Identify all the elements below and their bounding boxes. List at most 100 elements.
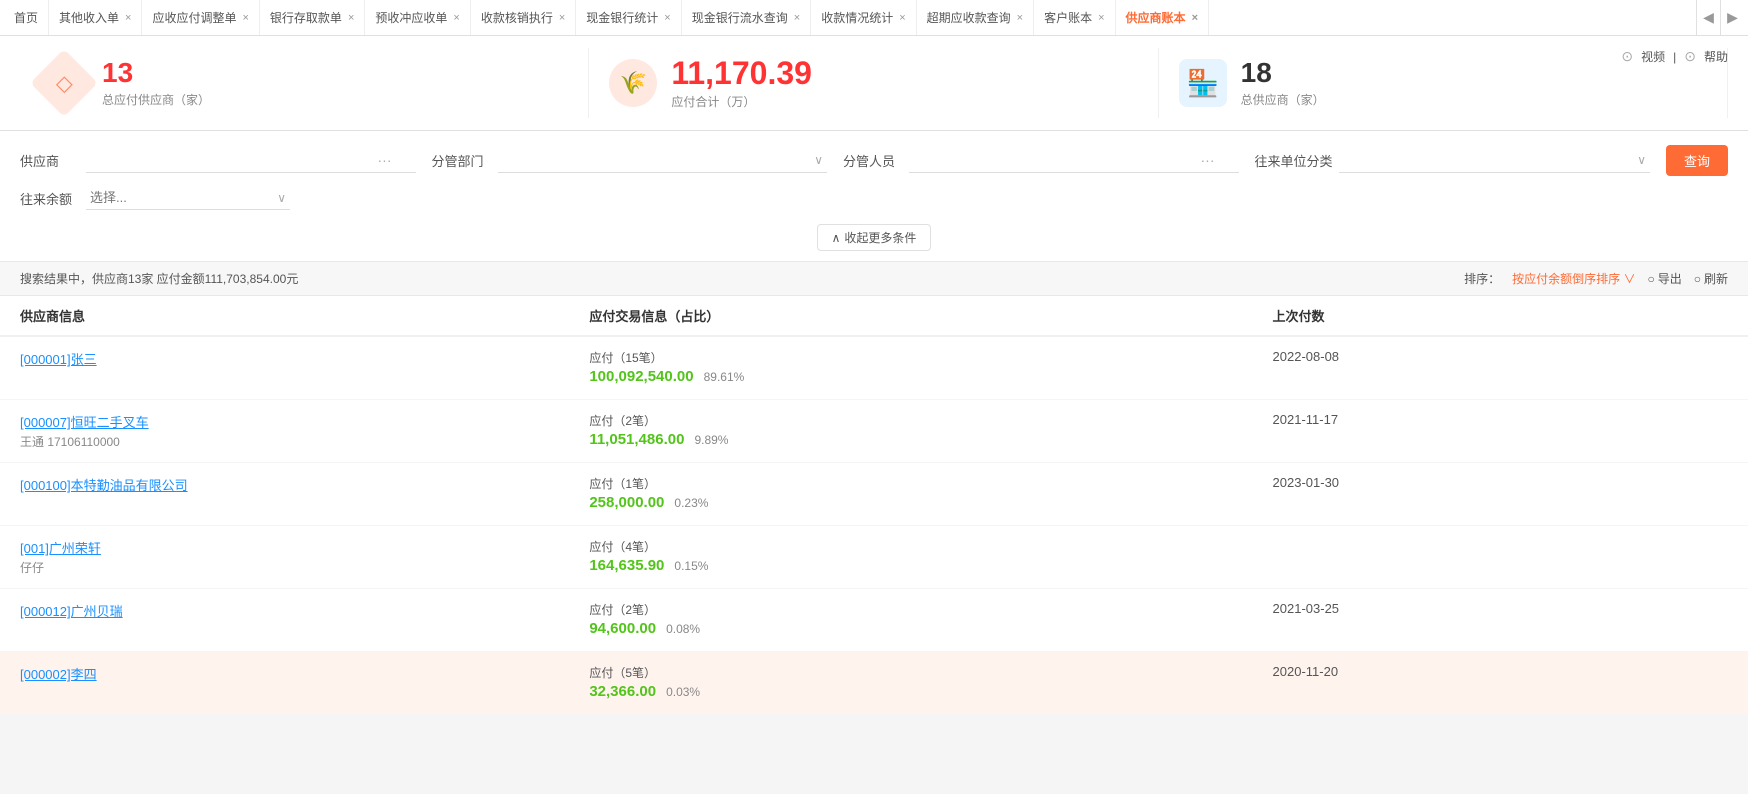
nav-tab[interactable]: 收款情况统计× bbox=[811, 0, 916, 36]
refresh-button[interactable]: ○ 刷新 bbox=[1694, 270, 1728, 287]
nav-tab[interactable]: 现金银行流水查询× bbox=[682, 0, 811, 36]
sort-label: 排序： bbox=[1464, 270, 1500, 287]
category-arrow-icon[interactable]: ∨ bbox=[1637, 153, 1646, 167]
close-tab-icon[interactable]: × bbox=[1098, 12, 1104, 24]
transaction-cell: 应付（1笔） 258,000.00 0.23% bbox=[589, 475, 1272, 513]
dept-input[interactable] bbox=[498, 149, 828, 172]
lastpay-cell: 2023-01-30 bbox=[1273, 475, 1728, 490]
category-input[interactable] bbox=[1339, 149, 1650, 172]
last-pay-date: 2023-01-30 bbox=[1273, 475, 1340, 490]
supplier-input-wrap[interactable]: ··· bbox=[86, 149, 416, 173]
supplier-dots-icon[interactable]: ··· bbox=[378, 152, 392, 168]
nav-tab[interactable]: 供应商账本× bbox=[1116, 0, 1209, 36]
balance-arrow-icon[interactable]: ∨ bbox=[277, 191, 286, 205]
shop-icon: 🏪 bbox=[1179, 59, 1227, 107]
trans-count: 应付（4笔） bbox=[589, 538, 1272, 555]
trans-row: 94,600.00 0.08% bbox=[589, 618, 1272, 639]
trans-row: 100,092,540.00 89.61% bbox=[589, 366, 1272, 387]
filter-supplier: 供应商 ··· bbox=[20, 149, 416, 173]
close-tab-icon[interactable]: × bbox=[1192, 12, 1198, 24]
supplier-link[interactable]: [000002]李四 bbox=[20, 667, 97, 682]
table-rows: [000001]张三 应付（15笔） 100,092,540.00 89.61%… bbox=[0, 337, 1748, 715]
supplier-link[interactable]: [001]广州荣轩 bbox=[20, 541, 101, 556]
trans-row: 258,000.00 0.23% bbox=[589, 492, 1272, 513]
person-input-wrap[interactable]: ··· bbox=[909, 149, 1239, 173]
close-tab-icon[interactable]: × bbox=[242, 12, 248, 24]
close-tab-icon[interactable]: × bbox=[453, 12, 459, 24]
trans-amount[interactable]: 100,092,540.00 bbox=[589, 368, 693, 385]
trans-amount[interactable]: 32,366.00 bbox=[589, 683, 656, 700]
nav-tab[interactable]: 客户账本× bbox=[1034, 0, 1115, 36]
search-button[interactable]: 查询 bbox=[1666, 145, 1728, 176]
supplier-link[interactable]: [000001]张三 bbox=[20, 352, 97, 367]
lastpay-cell: 2022-08-08 bbox=[1273, 349, 1728, 364]
nav-tab[interactable]: 收款核销执行× bbox=[471, 0, 576, 36]
trans-amount[interactable]: 258,000.00 bbox=[589, 494, 664, 511]
video-link[interactable]: 视频 bbox=[1641, 48, 1665, 65]
trans-pct: 9.89% bbox=[694, 433, 728, 447]
close-tab-icon[interactable]: × bbox=[125, 12, 131, 24]
dept-input-wrap[interactable]: ∨ bbox=[498, 149, 828, 173]
supplier-link[interactable]: [000012]广州贝瑞 bbox=[20, 604, 123, 619]
close-tab-icon[interactable]: × bbox=[899, 12, 905, 24]
transaction-cell: 应付（15笔） 100,092,540.00 89.61% bbox=[589, 349, 1272, 387]
balance-input[interactable] bbox=[86, 186, 290, 209]
export-button[interactable]: ○ 导出 bbox=[1647, 270, 1681, 287]
balance-input-wrap[interactable]: ∨ bbox=[86, 186, 290, 210]
close-tab-icon[interactable]: × bbox=[559, 12, 565, 24]
collapse-row: ∧ 收起更多条件 bbox=[20, 220, 1728, 251]
nav-prev-arrow[interactable]: ◀ bbox=[1696, 0, 1720, 36]
table-row: [000012]广州贝瑞 应付（2笔） 94,600.00 0.08% 2021… bbox=[0, 589, 1748, 652]
supplier-sub: 王通 17106110000 bbox=[20, 433, 589, 450]
trans-amount[interactable]: 11,051,486.00 bbox=[589, 431, 684, 448]
collapse-button[interactable]: ∧ 收起更多条件 bbox=[817, 224, 932, 251]
collapse-label: 收起更多条件 bbox=[844, 229, 916, 246]
trans-amount[interactable]: 164,635.90 bbox=[589, 557, 664, 574]
dept-filter-label: 分管部门 bbox=[432, 151, 492, 170]
balance-filter-label: 往来余额 bbox=[20, 189, 80, 208]
category-input-wrap[interactable]: ∨ bbox=[1339, 149, 1650, 173]
nav-tab[interactable]: 预收冲应收单× bbox=[365, 0, 470, 36]
dept-arrow-icon[interactable]: ∨ bbox=[814, 153, 823, 167]
nav-tab[interactable]: 银行存取款单× bbox=[260, 0, 365, 36]
supplier-cell: [000007]恒旺二手叉车 王通 17106110000 bbox=[20, 412, 589, 450]
category-filter-label: 往来单位分类 bbox=[1255, 151, 1333, 170]
person-filter-label: 分管人员 bbox=[843, 151, 903, 170]
nav-tab[interactable]: 应收应付调整单× bbox=[142, 0, 259, 36]
filter-dept: 分管部门 ∨ bbox=[432, 149, 828, 173]
trans-pct: 89.61% bbox=[704, 370, 745, 384]
person-dots-icon[interactable]: ··· bbox=[1201, 152, 1215, 168]
last-pay-date: 2021-03-25 bbox=[1273, 601, 1340, 616]
sort-value[interactable]: 按应付余额倒序排序 ∨ bbox=[1512, 270, 1635, 287]
stat-supplier-label: 总应付供应商（家） bbox=[102, 91, 210, 108]
trans-pct: 0.03% bbox=[666, 685, 700, 699]
close-tab-icon[interactable]: × bbox=[348, 12, 354, 24]
stat-payable-label: 应付合计（万） bbox=[671, 93, 812, 110]
transaction-cell: 应付（2笔） 94,600.00 0.08% bbox=[589, 601, 1272, 639]
trans-count: 应付（15笔） bbox=[589, 349, 1272, 366]
nav-tab[interactable]: 首页 bbox=[4, 0, 49, 36]
supplier-link[interactable]: [000100]本特勤油品有限公司 bbox=[20, 478, 188, 493]
close-tab-icon[interactable]: × bbox=[1017, 12, 1023, 24]
person-input[interactable] bbox=[909, 149, 1239, 172]
table-container: 供应商信息 应付交易信息（占比） 上次付数 [000001]张三 应付（15笔）… bbox=[0, 296, 1748, 715]
nav-next-arrow[interactable]: ▶ bbox=[1720, 0, 1744, 36]
trans-row: 32,366.00 0.03% bbox=[589, 681, 1272, 702]
trans-amount[interactable]: 94,600.00 bbox=[589, 620, 656, 637]
trans-pct: 0.15% bbox=[674, 559, 708, 573]
supplier-cell: [000001]张三 bbox=[20, 349, 589, 368]
close-tab-icon[interactable]: × bbox=[794, 12, 800, 24]
trans-pct: 0.23% bbox=[674, 496, 708, 510]
close-tab-icon[interactable]: × bbox=[664, 12, 670, 24]
supplier-input[interactable] bbox=[86, 149, 416, 172]
nav-tab[interactable]: 其他收入单× bbox=[49, 0, 142, 36]
nav-tab[interactable]: 超期应收款查询× bbox=[917, 0, 1034, 36]
supplier-link[interactable]: [000007]恒旺二手叉车 bbox=[20, 415, 149, 430]
transaction-cell: 应付（4笔） 164,635.90 0.15% bbox=[589, 538, 1272, 576]
collapse-chevron-icon: ∧ bbox=[832, 231, 841, 245]
lastpay-cell: 2021-11-17 bbox=[1273, 412, 1728, 427]
help-link[interactable]: 帮助 bbox=[1704, 48, 1728, 65]
right-actions: 排序： 按应付余额倒序排序 ∨ ○ 导出 ○ 刷新 bbox=[1464, 270, 1728, 287]
nav-tab[interactable]: 现金银行统计× bbox=[576, 0, 681, 36]
table-row: [000100]本特勤油品有限公司 应付（1笔） 258,000.00 0.23… bbox=[0, 463, 1748, 526]
